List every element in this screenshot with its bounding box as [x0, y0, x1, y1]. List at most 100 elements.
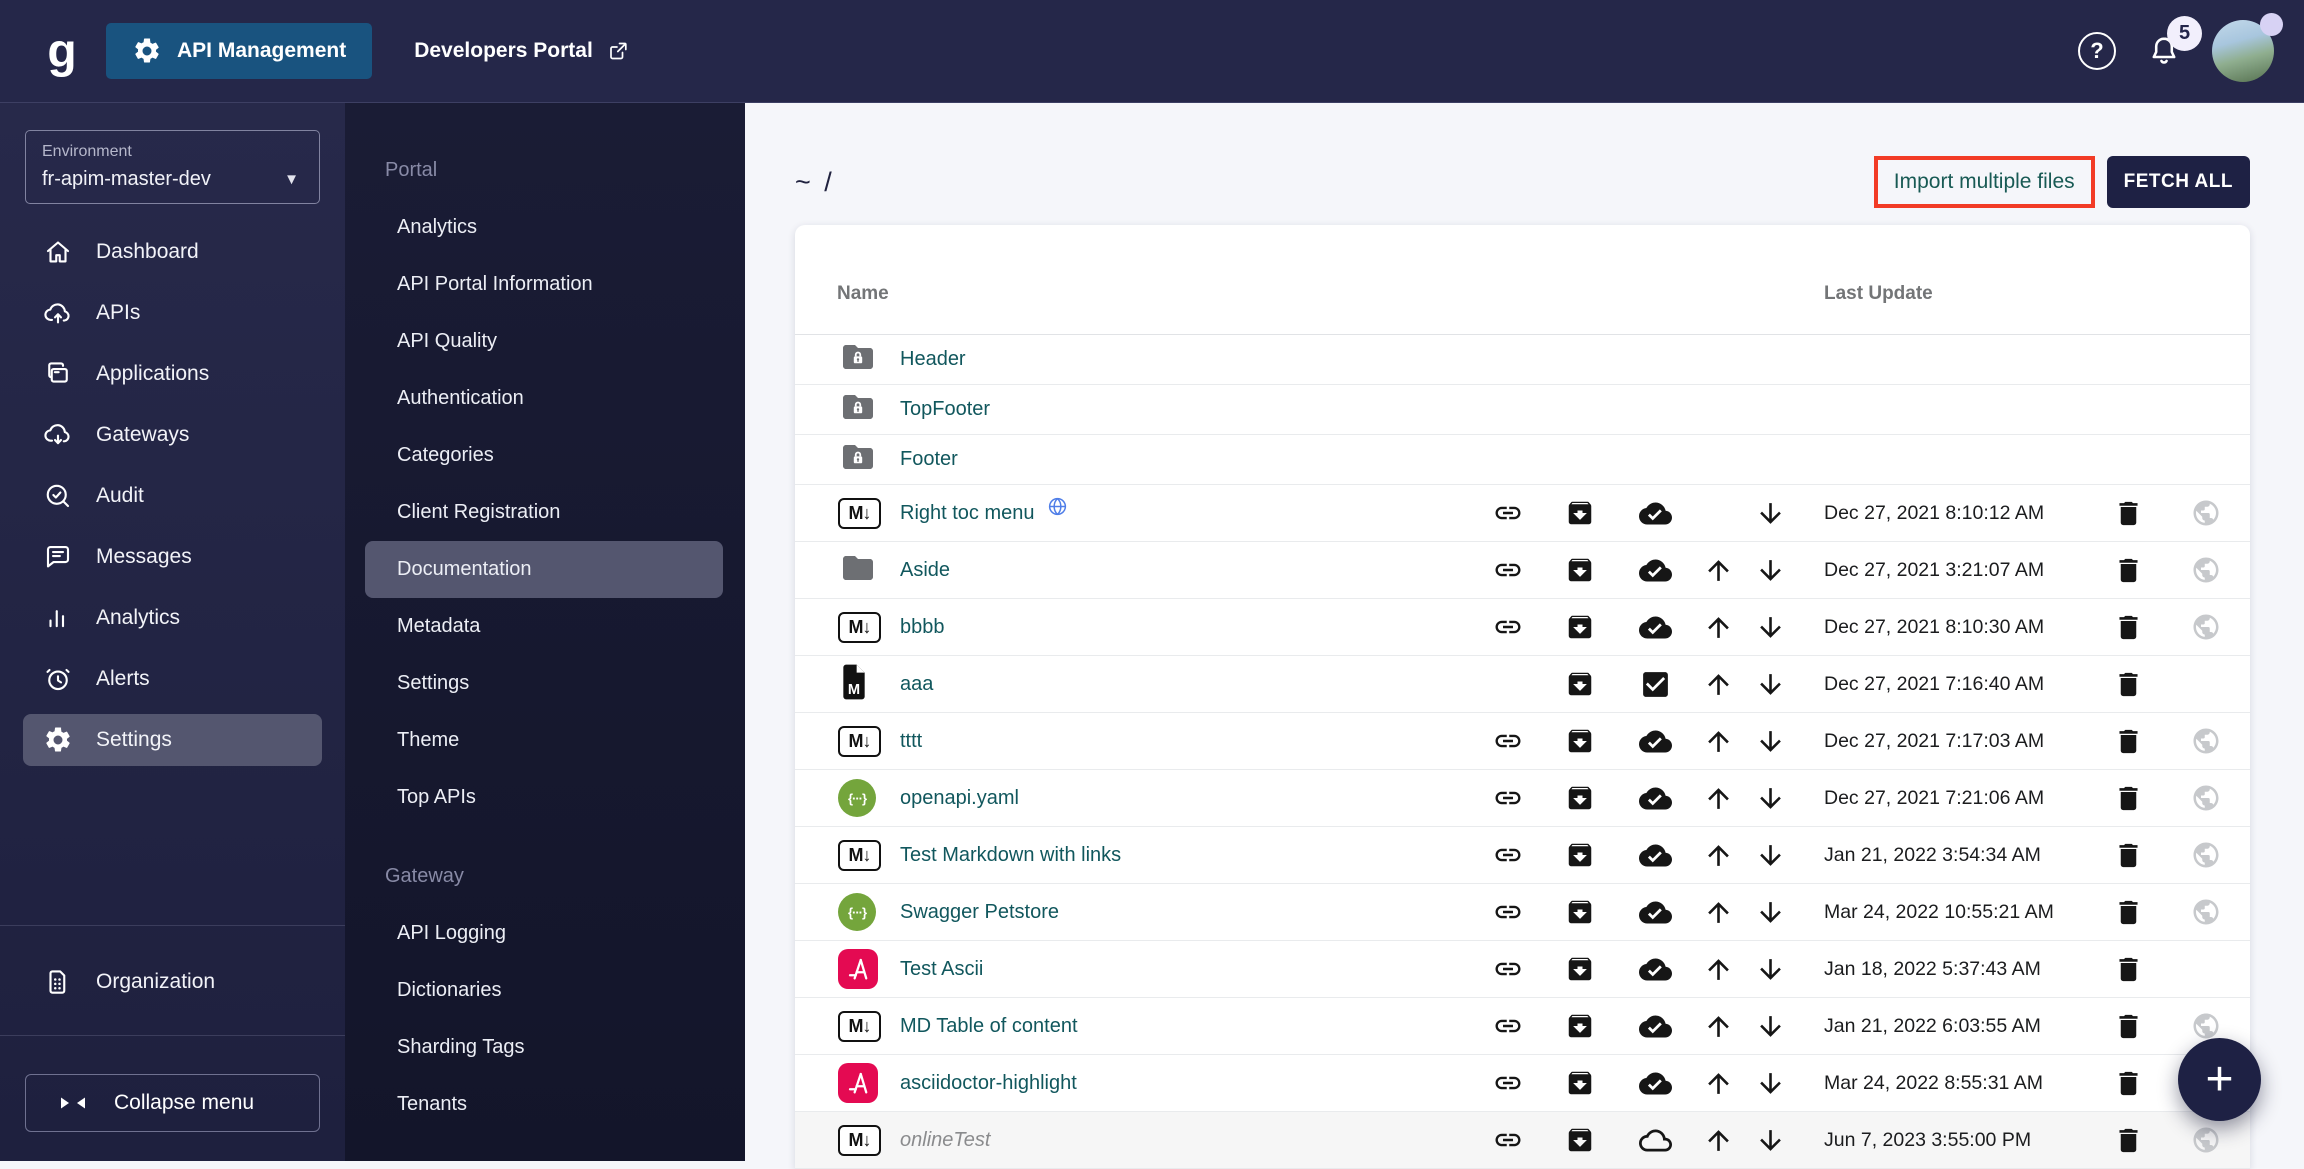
- sidebar-item-analytics[interactable]: Analytics: [23, 592, 322, 644]
- publish-globe-icon[interactable]: [2191, 726, 2221, 756]
- sidebar-item-settings[interactable]: Settings: [23, 714, 322, 766]
- sidebar-item-gateways[interactable]: Gateways: [23, 409, 322, 461]
- link-icon[interactable]: [1493, 555, 1523, 585]
- document-name-link[interactable]: asciidoctor-highlight: [900, 1072, 1077, 1095]
- document-name-link[interactable]: tttt: [900, 730, 922, 753]
- move-down-icon[interactable]: [1755, 1125, 1786, 1156]
- sidebar-item-applications[interactable]: Applications: [23, 348, 322, 400]
- link-icon[interactable]: [1493, 498, 1523, 528]
- document-name-link[interactable]: TopFooter: [900, 398, 990, 421]
- settings-item-categories[interactable]: Categories: [365, 427, 723, 484]
- delete-icon[interactable]: [2113, 783, 2144, 814]
- document-name-link[interactable]: Right toc menu: [900, 502, 1035, 525]
- move-up-icon[interactable]: [1703, 1068, 1734, 1099]
- settings-item-sharding-tags[interactable]: Sharding Tags: [365, 1019, 723, 1076]
- move-down-icon[interactable]: [1755, 555, 1786, 586]
- link-icon[interactable]: [1493, 612, 1523, 642]
- move-up-icon[interactable]: [1703, 726, 1734, 757]
- delete-icon[interactable]: [2113, 555, 2144, 586]
- settings-item-client-registration[interactable]: Client Registration: [365, 484, 723, 541]
- sidebar-item-alerts[interactable]: Alerts: [23, 653, 322, 705]
- delete-icon[interactable]: [2113, 612, 2144, 643]
- fetch-all-button[interactable]: FETCH ALL: [2106, 156, 2250, 208]
- publish-globe-icon[interactable]: [2191, 555, 2221, 585]
- move-up-icon[interactable]: [1703, 1125, 1734, 1156]
- move-down-icon[interactable]: [1755, 1011, 1786, 1042]
- delete-icon[interactable]: [2113, 1011, 2144, 1042]
- move-down-icon[interactable]: [1755, 954, 1786, 985]
- publish-globe-icon[interactable]: [2191, 783, 2221, 813]
- settings-item-api-portal-information[interactable]: API Portal Information: [365, 256, 723, 313]
- move-up-icon[interactable]: [1703, 840, 1734, 871]
- delete-icon[interactable]: [2113, 498, 2144, 529]
- delete-icon[interactable]: [2113, 897, 2144, 928]
- link-icon[interactable]: [1493, 840, 1523, 870]
- add-page-button[interactable]: +: [2178, 1038, 2261, 1121]
- sidebar-item-audit[interactable]: Audit: [23, 470, 322, 522]
- publish-globe-icon[interactable]: [2191, 897, 2221, 927]
- move-down-icon[interactable]: [1755, 783, 1786, 814]
- document-name-link[interactable]: openapi.yaml: [900, 787, 1019, 810]
- publish-globe-icon[interactable]: [2191, 498, 2221, 528]
- delete-icon[interactable]: [2113, 1125, 2144, 1156]
- publish-globe-icon[interactable]: [2191, 1011, 2221, 1041]
- document-name-link[interactable]: Footer: [900, 448, 958, 471]
- publish-globe-icon[interactable]: [2191, 840, 2221, 870]
- settings-item-authentication[interactable]: Authentication: [365, 370, 723, 427]
- settings-item-theme[interactable]: Theme: [365, 712, 723, 769]
- settings-item-top-apis[interactable]: Top APIs: [365, 769, 723, 826]
- delete-icon[interactable]: [2113, 669, 2144, 700]
- settings-item-api-quality[interactable]: API Quality: [365, 313, 723, 370]
- developers-portal-link[interactable]: Developers Portal: [414, 39, 630, 63]
- link-icon[interactable]: [1493, 783, 1523, 813]
- move-up-icon[interactable]: [1703, 612, 1734, 643]
- settings-item-tenants[interactable]: Tenants: [365, 1076, 723, 1133]
- settings-item-metadata[interactable]: Metadata: [365, 598, 723, 655]
- settings-item-api-logging[interactable]: API Logging: [365, 905, 723, 962]
- help-button[interactable]: ?: [2078, 32, 2116, 70]
- sidebar-item-messages[interactable]: Messages: [23, 531, 322, 583]
- document-name-link[interactable]: aaa: [900, 673, 933, 696]
- document-name-link[interactable]: bbbb: [900, 616, 945, 639]
- sidebar-item-organization[interactable]: Organization: [23, 956, 322, 1008]
- move-up-icon[interactable]: [1703, 954, 1734, 985]
- settings-item-settings[interactable]: Settings: [365, 655, 723, 712]
- settings-item-analytics[interactable]: Analytics: [365, 199, 723, 256]
- notifications-button[interactable]: 5: [2146, 16, 2202, 70]
- document-name-link[interactable]: Test Markdown with links: [900, 844, 1121, 867]
- document-name-link[interactable]: Aside: [900, 559, 950, 582]
- link-icon[interactable]: [1493, 897, 1523, 927]
- move-up-icon[interactable]: [1703, 897, 1734, 928]
- move-down-icon[interactable]: [1755, 498, 1786, 529]
- move-up-icon[interactable]: [1703, 669, 1734, 700]
- move-up-icon[interactable]: [1703, 783, 1734, 814]
- document-name-link[interactable]: Test Ascii: [900, 958, 983, 981]
- collapse-menu-button[interactable]: Collapse menu: [25, 1074, 320, 1132]
- move-down-icon[interactable]: [1755, 840, 1786, 871]
- document-name-link[interactable]: Header: [900, 348, 966, 371]
- link-icon[interactable]: [1493, 726, 1523, 756]
- move-down-icon[interactable]: [1755, 1068, 1786, 1099]
- delete-icon[interactable]: [2113, 726, 2144, 757]
- settings-item-documentation[interactable]: Documentation: [365, 541, 723, 598]
- move-up-icon[interactable]: [1703, 1011, 1734, 1042]
- move-up-icon[interactable]: [1703, 555, 1734, 586]
- move-down-icon[interactable]: [1755, 726, 1786, 757]
- move-down-icon[interactable]: [1755, 669, 1786, 700]
- link-icon[interactable]: [1493, 1068, 1523, 1098]
- link-icon[interactable]: [1493, 1011, 1523, 1041]
- document-name-link[interactable]: onlineTest: [900, 1129, 990, 1152]
- document-name-link[interactable]: Swagger Petstore: [900, 901, 1059, 924]
- move-down-icon[interactable]: [1755, 612, 1786, 643]
- move-down-icon[interactable]: [1755, 897, 1786, 928]
- link-icon[interactable]: [1493, 1125, 1523, 1155]
- delete-icon[interactable]: [2113, 1068, 2144, 1099]
- sidebar-item-apis[interactable]: APIs: [23, 287, 322, 339]
- api-management-button[interactable]: API Management: [106, 23, 373, 79]
- link-icon[interactable]: [1493, 954, 1523, 984]
- gravitee-logo[interactable]: g: [30, 24, 94, 79]
- settings-item-dictionaries[interactable]: Dictionaries: [365, 962, 723, 1019]
- publish-globe-icon[interactable]: [2191, 612, 2221, 642]
- document-name-link[interactable]: MD Table of content: [900, 1015, 1078, 1038]
- sidebar-item-dashboard[interactable]: Dashboard: [23, 226, 322, 278]
